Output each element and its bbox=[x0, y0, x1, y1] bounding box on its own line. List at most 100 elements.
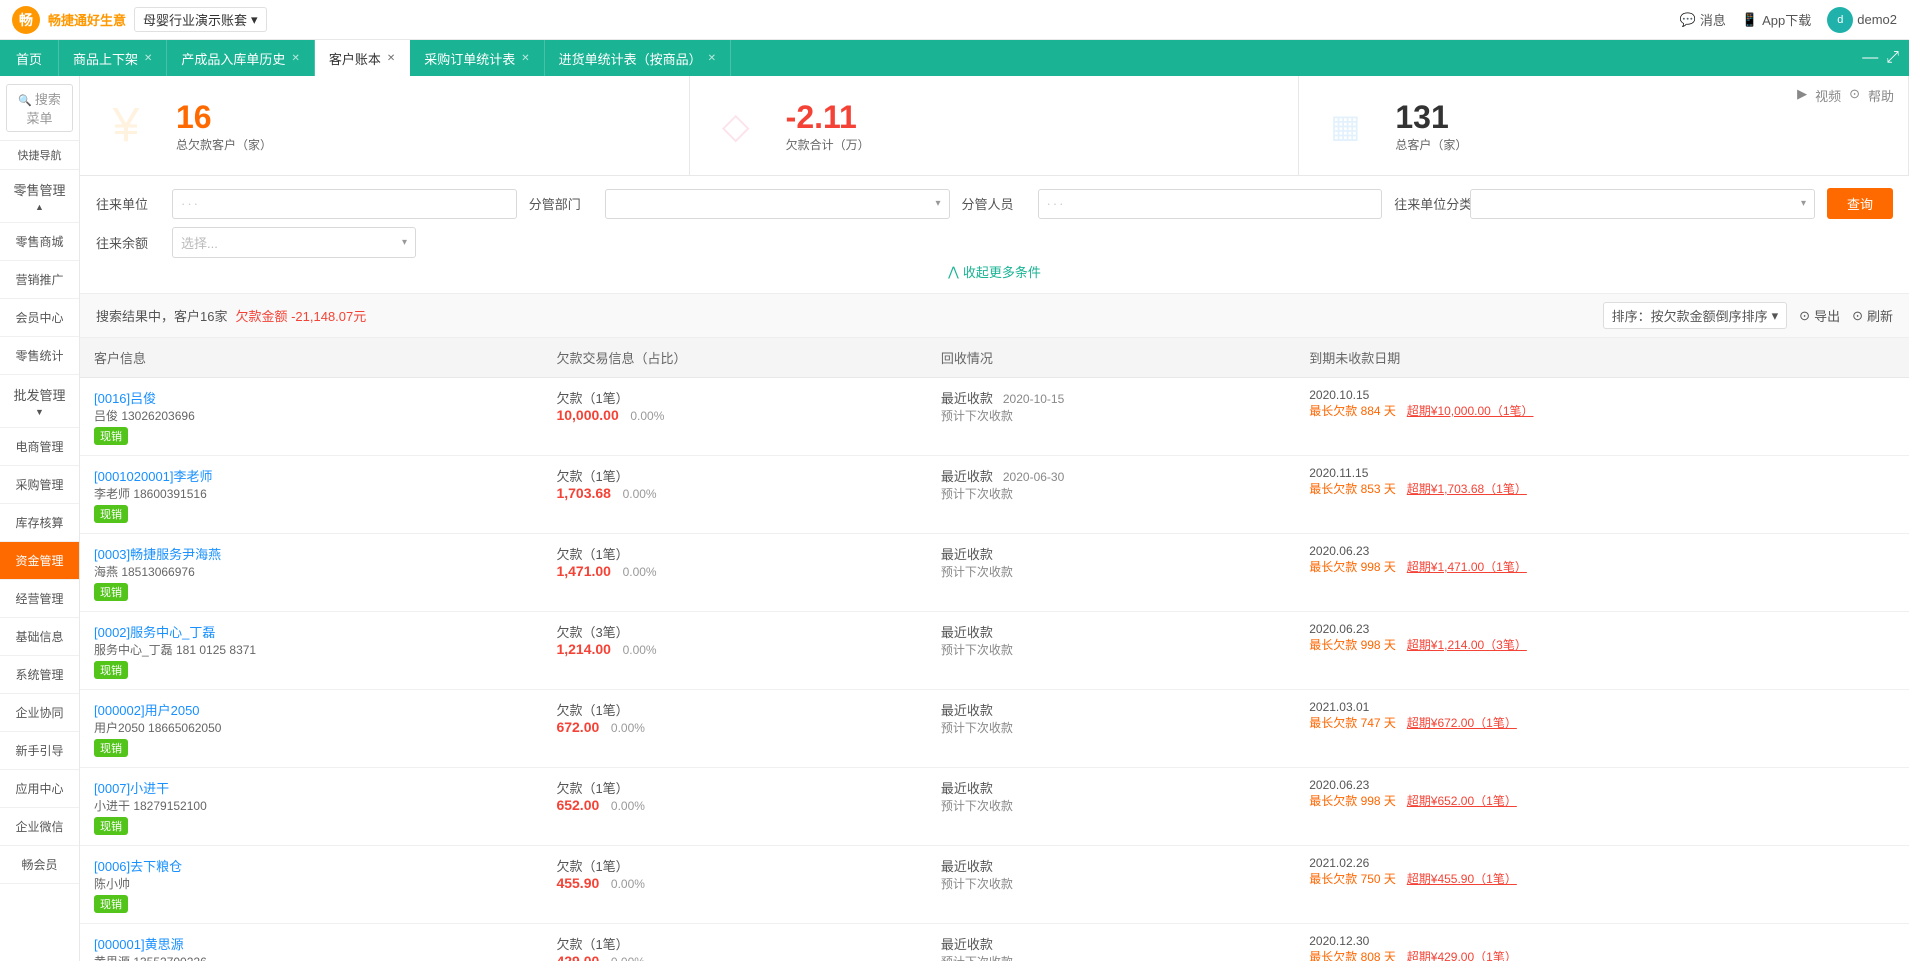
tab-products[interactable]: 商品上下架 ✕ bbox=[59, 40, 167, 76]
debt-cell-2: 欠款（1笔） 1,471.00 0.00% bbox=[542, 534, 926, 612]
from-unit-input[interactable]: ··· bbox=[172, 189, 517, 219]
sidebar-item-vip[interactable]: 畅会员 bbox=[0, 846, 79, 884]
debt-amount-4[interactable]: 672.00 bbox=[556, 719, 599, 735]
close-icon[interactable]: ✕ bbox=[708, 53, 716, 64]
sidebar-item-basic-info[interactable]: 基础信息 bbox=[0, 618, 79, 656]
sidebar-item-operations[interactable]: 经营管理 bbox=[0, 580, 79, 618]
collect-date-0: 2020-10-15 bbox=[996, 392, 1064, 406]
customer-name-4[interactable]: [000002]用户2050 bbox=[94, 700, 528, 719]
search-button[interactable]: 查询 bbox=[1827, 188, 1893, 219]
debt-amount-5[interactable]: 652.00 bbox=[556, 797, 599, 813]
overdue-amount-2[interactable]: 超期¥1,471.00（1笔） bbox=[1407, 560, 1527, 574]
sidebar-item-retail-mgmt[interactable]: 零售管理 ▲ bbox=[0, 170, 79, 223]
overdue-date-6: 2021.02.26 bbox=[1309, 856, 1895, 870]
sidebar-item-purchase-mgmt[interactable]: 采购管理 bbox=[0, 466, 79, 504]
customer-name-0[interactable]: [0016]吕俊 bbox=[94, 388, 528, 407]
sidebar-quick-nav[interactable]: 快捷导航 bbox=[0, 141, 79, 170]
unit-category-select[interactable]: ▾ bbox=[1470, 189, 1815, 219]
sidebar-item-enterprise[interactable]: 企业协同 bbox=[0, 694, 79, 732]
due-date-cell-3: 2020.06.23 最长欠款 998 天 超期¥1,214.00（3笔） bbox=[1295, 612, 1909, 690]
sidebar-item-app-center[interactable]: 应用中心 bbox=[0, 770, 79, 808]
debt-cell-4: 欠款（1笔） 672.00 0.00% bbox=[542, 690, 926, 768]
close-icon[interactable]: ✕ bbox=[144, 53, 152, 64]
maximize-icon[interactable]: ⤢ bbox=[1886, 49, 1899, 67]
tab-home[interactable]: 首页 bbox=[0, 40, 59, 76]
customer-name-2[interactable]: [0003]畅捷服务尹海燕 bbox=[94, 544, 528, 563]
debt-amount-3[interactable]: 1,214.00 bbox=[556, 641, 611, 657]
overdue-date-5: 2020.06.23 bbox=[1309, 778, 1895, 792]
due-date-cell-4: 2021.03.01 最长欠款 747 天 超期¥672.00（1笔） bbox=[1295, 690, 1909, 768]
debt-amount-2[interactable]: 1,471.00 bbox=[556, 563, 611, 579]
help-label[interactable]: 帮助 bbox=[1868, 86, 1894, 105]
collect-date-4 bbox=[996, 704, 1003, 718]
chevron-down-icon: ▾ bbox=[935, 198, 940, 209]
refresh-button[interactable]: ⊙ 刷新 bbox=[1852, 306, 1893, 325]
store-selector[interactable]: 母婴行业演示账套 ▾ bbox=[134, 7, 267, 32]
sidebar-item-system[interactable]: 系统管理 bbox=[0, 656, 79, 694]
minimize-icon[interactable]: — bbox=[1862, 49, 1878, 67]
sidebar-item-marketing[interactable]: 营销推广 bbox=[0, 261, 79, 299]
overdue-days-5: 最长欠款 998 天 bbox=[1309, 794, 1396, 808]
sidebar-item-guide[interactable]: 新手引导 bbox=[0, 732, 79, 770]
search-menu-button[interactable]: 🔍 搜索菜单 bbox=[6, 84, 73, 132]
debt-amount-7[interactable]: 429.00 bbox=[556, 953, 599, 961]
balance-select[interactable]: 选择... ▾ bbox=[172, 227, 416, 258]
customer-name-5[interactable]: [0007]小进干 bbox=[94, 778, 528, 797]
next-collect-0: 预计下次收款 bbox=[941, 407, 1281, 424]
stat-top-actions: ▶ 视频 ⊙ 帮助 bbox=[1797, 86, 1894, 105]
overdue-days-2: 最长欠款 998 天 bbox=[1309, 560, 1396, 574]
view-label[interactable]: 视频 bbox=[1815, 86, 1841, 105]
overdue-amount-1[interactable]: 超期¥1,703.68（1笔） bbox=[1407, 482, 1527, 496]
close-icon[interactable]: ✕ bbox=[521, 53, 529, 64]
overdue-days-1: 最长欠款 853 天 bbox=[1309, 482, 1396, 496]
tab-customer[interactable]: 客户账本 ✕ bbox=[315, 40, 410, 76]
filter-row-2: 往来余额 选择... ▾ bbox=[96, 227, 1893, 258]
customer-phone-0: 吕俊 13026203696 bbox=[94, 407, 528, 424]
logo-text: 畅捷通好生意 bbox=[48, 10, 126, 29]
sort-button[interactable]: 排序：按欠款金额倒序排序 ▾ bbox=[1603, 302, 1788, 329]
result-bar: 搜索结果中，客户16家 欠款金额 -21,148.07元 排序：按欠款金额倒序排… bbox=[80, 294, 1909, 338]
sidebar-item-members[interactable]: 会员中心 bbox=[0, 299, 79, 337]
export-button[interactable]: ⊙ 导出 bbox=[1799, 306, 1840, 325]
close-icon[interactable]: ✕ bbox=[291, 53, 299, 64]
debt-amount-6[interactable]: 455.90 bbox=[556, 875, 599, 891]
branch-person-input[interactable]: ··· bbox=[1038, 189, 1383, 219]
sidebar-item-retail-stats[interactable]: 零售统计 bbox=[0, 337, 79, 375]
customer-name-7[interactable]: [000001]黄思源 bbox=[94, 934, 528, 953]
overdue-date-7: 2020.12.30 bbox=[1309, 934, 1895, 948]
sidebar-item-wechat[interactable]: 企业微信 bbox=[0, 808, 79, 846]
next-collect-6: 预计下次收款 bbox=[941, 875, 1281, 892]
stat-debt-customers-label: 总欠款客户（家） bbox=[176, 136, 272, 153]
customer-name-3[interactable]: [0002]服务中心_丁磊 bbox=[94, 622, 528, 641]
overdue-amount-7[interactable]: 超期¥429.00（1笔） bbox=[1407, 950, 1517, 961]
debt-amount-1[interactable]: 1,703.68 bbox=[556, 485, 611, 501]
close-icon[interactable]: ✕ bbox=[387, 53, 395, 64]
tab-goods-stats[interactable]: 进货单统计表（按商品） ✕ bbox=[545, 40, 731, 76]
customer-name-1[interactable]: [0001020001]李老师 bbox=[94, 466, 528, 485]
overdue-amount-4[interactable]: 超期¥672.00（1笔） bbox=[1407, 716, 1517, 730]
unit-category-filter: 往来单位分类 ▾ bbox=[1394, 189, 1815, 219]
message-button[interactable]: 💬 消息 bbox=[1680, 10, 1726, 29]
toggle-more-conditions[interactable]: ⋀ 收起更多条件 bbox=[96, 258, 1893, 285]
debt-amount-0[interactable]: 10,000.00 bbox=[556, 407, 618, 423]
sidebar-item-inventory[interactable]: 库存核算 bbox=[0, 504, 79, 542]
sidebar-item-retail-mall[interactable]: 零售商城 bbox=[0, 223, 79, 261]
overdue-amount-0[interactable]: 超期¥10,000.00（1笔） bbox=[1407, 404, 1534, 418]
customer-name-6[interactable]: [0006]去下粮仓 bbox=[94, 856, 528, 875]
overdue-amount-6[interactable]: 超期¥455.90（1笔） bbox=[1407, 872, 1517, 886]
app-download-button[interactable]: 📱 App下载 bbox=[1742, 10, 1811, 29]
filter-area: 往来单位 ··· 分管部门 ▾ 分管人员 ··· bbox=[80, 176, 1909, 294]
chevron-down-icon: ▾ bbox=[1772, 308, 1779, 324]
balance-label: 往来余额 bbox=[96, 233, 166, 252]
sidebar-item-ecommerce[interactable]: 电商管理 bbox=[0, 428, 79, 466]
tab-purchase[interactable]: 采购订单统计表 ✕ bbox=[410, 40, 544, 76]
overdue-amount-3[interactable]: 超期¥1,214.00（3笔） bbox=[1407, 638, 1527, 652]
user-profile[interactable]: d demo2 bbox=[1827, 7, 1897, 33]
branch-dept-select[interactable]: ▾ bbox=[605, 189, 950, 219]
sidebar-item-batch-mgmt[interactable]: 批发管理 ▼ bbox=[0, 375, 79, 428]
overdue-amount-5[interactable]: 超期¥652.00（1笔） bbox=[1407, 794, 1517, 808]
overdue-date-3: 2020.06.23 bbox=[1309, 622, 1895, 636]
tab-production[interactable]: 产成品入库单历史 ✕ bbox=[167, 40, 314, 76]
customer-phone-3: 服务中心_丁磊 181 0125 8371 bbox=[94, 641, 528, 658]
sidebar-item-finance[interactable]: 资金管理 bbox=[0, 542, 79, 580]
